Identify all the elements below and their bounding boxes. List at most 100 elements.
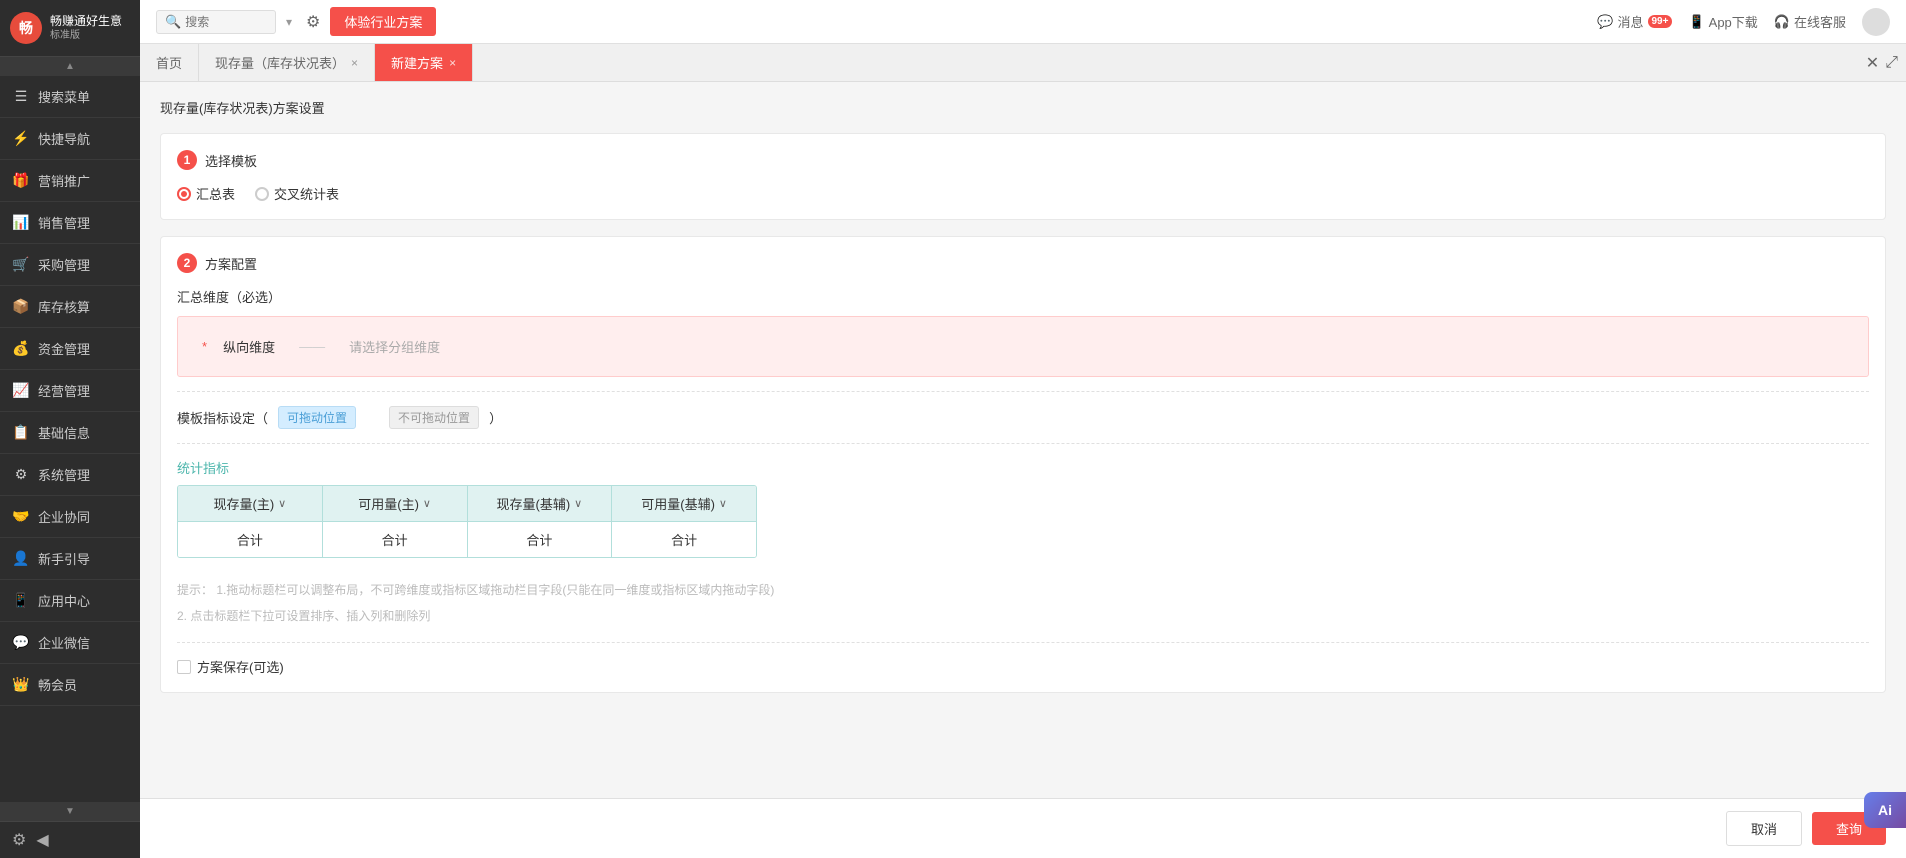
messages-badge: 99+ — [1648, 15, 1673, 28]
window-controls: ✕ ⤢ — [1866, 53, 1906, 73]
mute-icon[interactable]: ◀ — [36, 830, 48, 850]
search-input[interactable] — [185, 15, 265, 29]
sidebar-item-finance[interactable]: 💰资金管理 — [0, 328, 140, 370]
dimension-box[interactable]: * 纵向维度 —— 请选择分组维度 — [177, 316, 1869, 377]
sidebar-item-label-marketing: 营销推广 — [38, 171, 90, 190]
search-menu-icon: ☰ — [12, 88, 30, 106]
step2-number: 2 — [177, 253, 197, 273]
stats-col-1-label: 可用量(主) — [358, 494, 419, 513]
stats-col-0[interactable]: 现存量(主) ∨ — [178, 486, 323, 521]
messages-item[interactable]: 💬 消息 99+ — [1597, 12, 1672, 31]
page-content: 现存量(库存状况表)方案设置 1 选择模板 汇总表 交叉统计表 2 — [140, 82, 1906, 798]
window-expand-icon[interactable]: ⤢ — [1885, 54, 1898, 72]
sidebar-item-inventory[interactable]: 📦库存核算 — [0, 286, 140, 328]
sidebar-item-label-system: 系统管理 — [38, 465, 90, 484]
stats-col-0-arrow[interactable]: ∨ — [278, 497, 286, 510]
dimension-placeholder: 请选择分组维度 — [349, 337, 440, 356]
sidebar-item-base-info[interactable]: 📋基础信息 — [0, 412, 140, 454]
tab-new-scheme-close-icon[interactable]: × — [449, 56, 456, 70]
sidebar-item-app-center[interactable]: 📱应用中心 — [0, 580, 140, 622]
sidebar-item-system[interactable]: ⚙ 系统管理 — [0, 454, 140, 496]
stats-table-header: 现存量(主) ∨ 可用量(主) ∨ 现存量(基辅) ∨ 可用量(基辅) ∨ — [178, 486, 756, 521]
sidebar-item-enterprise-wechat[interactable]: 💬企业微信 — [0, 622, 140, 664]
step1-section: 1 选择模板 汇总表 交叉统计表 — [160, 133, 1886, 220]
stats-col-3-label: 可用量(基辅) — [641, 494, 715, 513]
finance-icon: 💰 — [12, 340, 30, 358]
stats-section-label: 统计指标 — [177, 458, 1869, 477]
app-download-item[interactable]: 📱 App下载 — [1688, 12, 1757, 31]
dimension-name: 纵向维度 — [223, 337, 275, 356]
topbar-chevron-icon[interactable]: ▾ — [286, 15, 292, 29]
online-service-label: 在线客服 — [1794, 12, 1846, 31]
ai-button[interactable]: Ai — [1864, 792, 1906, 828]
app-badge: 标准版 — [50, 29, 122, 43]
sidebar-item-label-quick-nav: 快捷导航 — [38, 129, 90, 148]
radio-summary-circle — [177, 187, 191, 201]
quick-nav-icon: ⚡ — [12, 130, 30, 148]
member-icon: 👑 — [12, 676, 30, 694]
stats-col-1[interactable]: 可用量(主) ∨ — [323, 486, 468, 521]
template-end-paren: ） — [489, 408, 502, 427]
nodrag-badge: 不可拖动位置 — [389, 406, 479, 429]
sidebar-item-label-purchase: 采购管理 — [38, 255, 90, 274]
window-close-icon[interactable]: ✕ — [1866, 53, 1879, 73]
stats-col-3[interactable]: 可用量(基辅) ∨ — [612, 486, 756, 521]
tab-new-scheme[interactable]: 新建方案 × — [375, 44, 473, 81]
divider2 — [177, 443, 1869, 444]
sidebar-item-quick-nav[interactable]: ⚡ 快捷导航 — [0, 118, 140, 160]
stats-col-1-arrow[interactable]: ∨ — [423, 497, 431, 510]
logo-icon: 畅 — [10, 12, 42, 44]
sidebar-nav: ☰ 搜索菜单 ⚡ 快捷导航 🎁营销推广📊销售管理🛒采购管理📦库存核算💰资金管理📈经营管理… — [0, 76, 140, 802]
cancel-button[interactable]: 取消 — [1726, 811, 1802, 846]
topbar-search-box[interactable]: 🔍 — [156, 10, 276, 34]
headset-icon: 🎧 — [1774, 14, 1790, 30]
sidebar-item-new-guide[interactable]: 👤新手引导 — [0, 538, 140, 580]
topbar: 🔍 ▾ ⚙ 体验行业方案 💬 消息 99+ 📱 App下载 🎧 在线客服 — [140, 0, 1906, 44]
messages-label: 消息 — [1617, 12, 1643, 31]
sidebar-item-label-search-menu: 搜索菜单 — [38, 87, 90, 106]
template-indicator-label: 模板指标设定（ — [177, 408, 268, 427]
radio-cross[interactable]: 交叉统计表 — [255, 184, 339, 203]
save-checkbox[interactable] — [177, 660, 191, 674]
divider3 — [177, 642, 1869, 643]
industry-btn[interactable]: 体验行业方案 — [330, 7, 436, 36]
corp-icon: 🤝 — [12, 508, 30, 526]
tab-home-label: 首页 — [156, 53, 182, 72]
step2-header: 2 方案配置 — [177, 253, 1869, 273]
stats-cell-2: 合计 — [468, 522, 613, 557]
tab-inventory-close-icon[interactable]: × — [351, 56, 358, 70]
sidebar-bottom: ⚙ ◀ — [0, 821, 140, 858]
sidebar-item-corp[interactable]: 🤝 企业协同 — [0, 496, 140, 538]
online-service-item[interactable]: 🎧 在线客服 — [1774, 12, 1846, 31]
sidebar-item-sales[interactable]: 📊销售管理 — [0, 202, 140, 244]
page-footer: 取消 查询 — [140, 798, 1906, 858]
sidebar-item-member[interactable]: 👑畅会员 — [0, 664, 140, 706]
topbar-settings-icon[interactable]: ⚙ — [306, 12, 320, 32]
sidebar-item-operations[interactable]: 📈经营管理 — [0, 370, 140, 412]
dimension-divider: —— — [299, 339, 325, 354]
sidebar-logo: 畅 畅赚通好生意 标准版 — [0, 0, 140, 57]
tab-new-scheme-label: 新建方案 — [391, 53, 443, 72]
sidebar-scroll-down[interactable]: ▼ — [0, 802, 140, 821]
system-icon: ⚙ — [12, 466, 30, 484]
tip-1: 提示： 1.拖动标题栏可以调整布局，不可跨维度或指标区域拖动栏目字段(只能在同一… — [177, 578, 1869, 602]
sidebar-item-search-menu[interactable]: ☰ 搜索菜单 — [0, 76, 140, 118]
stats-col-3-arrow[interactable]: ∨ — [719, 497, 727, 510]
stats-col-2[interactable]: 现存量(基辅) ∨ — [468, 486, 613, 521]
sidebar-item-purchase[interactable]: 🛒采购管理 — [0, 244, 140, 286]
sidebar-item-label-corp: 企业协同 — [38, 507, 90, 526]
page-title: 现存量(库存状况表)方案设置 — [160, 98, 1886, 117]
sidebar-scroll-up[interactable]: ▲ — [0, 57, 140, 76]
stats-cell-0: 合计 — [178, 522, 323, 557]
stats-col-2-arrow[interactable]: ∨ — [574, 497, 582, 510]
sidebar-item-marketing[interactable]: 🎁营销推广 — [0, 160, 140, 202]
tab-home[interactable]: 首页 — [140, 44, 199, 81]
radio-summary[interactable]: 汇总表 — [177, 184, 235, 203]
base-info-icon: 📋 — [12, 424, 30, 442]
settings-icon[interactable]: ⚙ — [12, 830, 26, 850]
save-label: 方案保存(可选) — [197, 657, 284, 676]
step1-number: 1 — [177, 150, 197, 170]
sidebar-item-label-operations: 经营管理 — [38, 381, 90, 400]
tab-inventory-status[interactable]: 现存量（库存状况表） × — [199, 44, 375, 81]
user-avatar[interactable] — [1862, 8, 1890, 36]
